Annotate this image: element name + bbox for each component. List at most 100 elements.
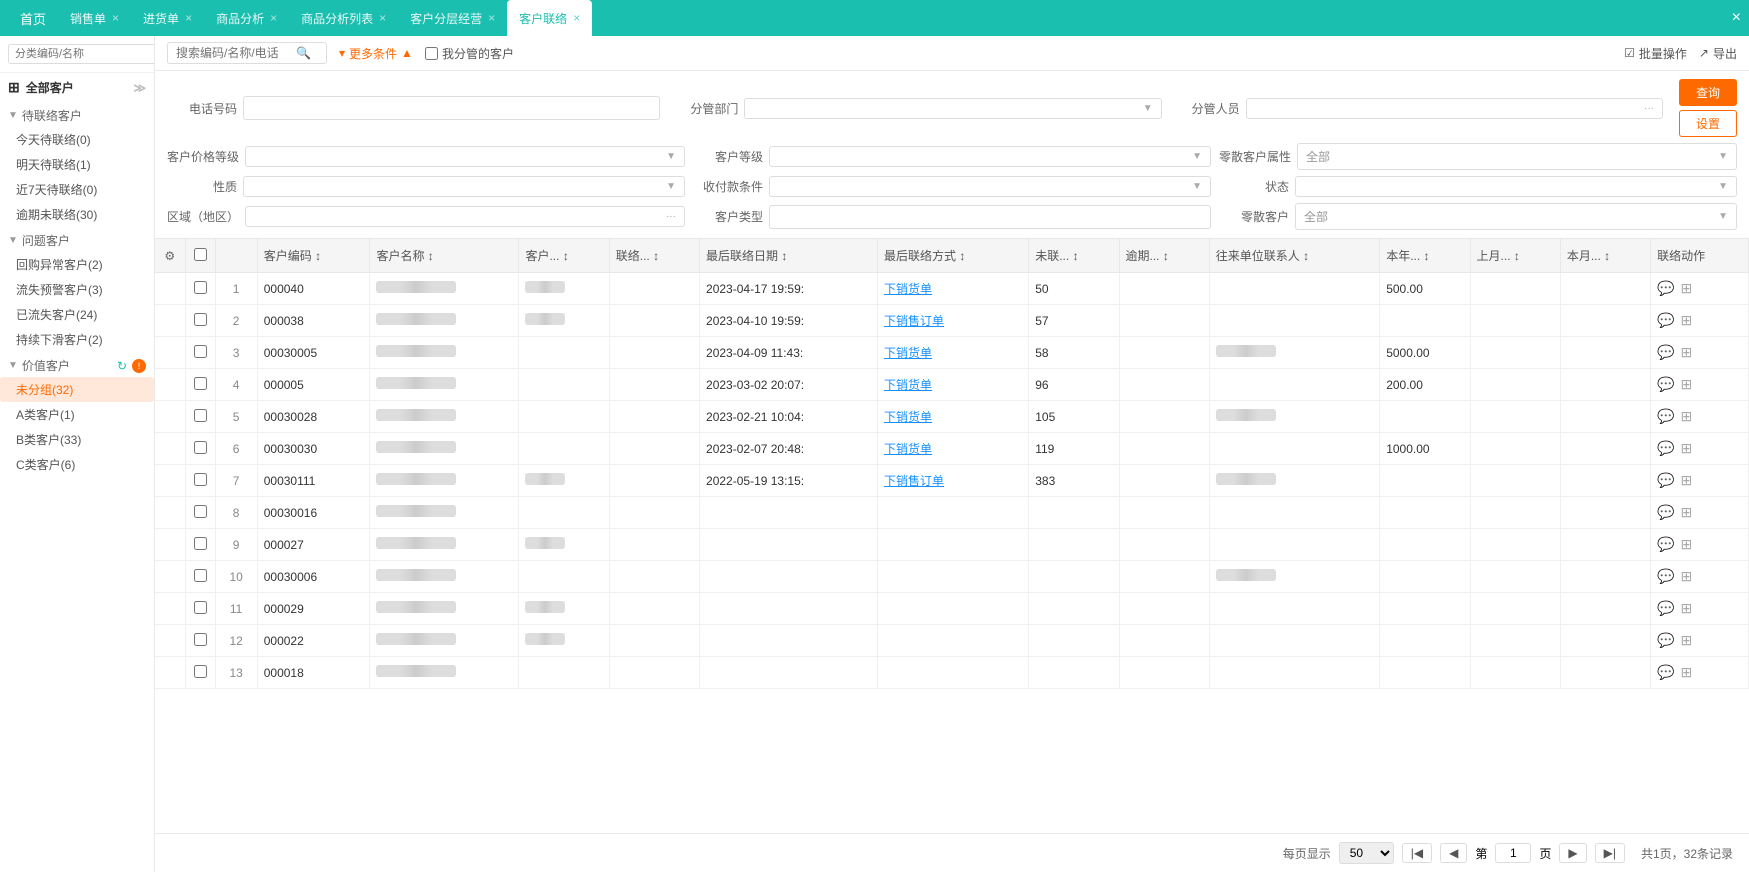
main-search-icon[interactable]: 🔍 xyxy=(296,46,311,60)
sales-tab[interactable]: 销售单 × xyxy=(58,0,131,36)
table-col-type[interactable]: 客户... ↕ xyxy=(519,239,609,273)
chat-icon[interactable]: 💬 xyxy=(1657,600,1674,617)
grid-icon[interactable]: ⊞ xyxy=(1681,312,1693,329)
table-col-unit-contact[interactable]: 往来单位联系人 ↕ xyxy=(1209,239,1379,273)
grid-icon[interactable]: ⊞ xyxy=(1681,280,1693,297)
row-checkbox[interactable] xyxy=(194,537,207,550)
chat-icon[interactable]: 💬 xyxy=(1657,632,1674,649)
dept-select[interactable]: ▼ xyxy=(744,98,1161,119)
current-page-input[interactable] xyxy=(1495,843,1531,863)
last-method-link[interactable]: 下销货单 xyxy=(884,282,932,296)
table-select-all-header[interactable] xyxy=(185,239,215,273)
table-col-last-month[interactable]: 上月... ↕ xyxy=(1470,239,1560,273)
row-checkbox[interactable] xyxy=(194,569,207,582)
sidebar-item-today[interactable]: 今天待联络(0) xyxy=(0,127,154,152)
table-col-this-month[interactable]: 本月... ↕ xyxy=(1560,239,1650,273)
more-conditions-button[interactable]: ▾ 更多条件 ▲ xyxy=(339,45,413,62)
chat-icon[interactable]: 💬 xyxy=(1657,568,1674,585)
nature-select[interactable]: ▼ xyxy=(243,176,685,197)
row-checkbox[interactable] xyxy=(194,313,207,326)
row-checkbox[interactable] xyxy=(194,345,207,358)
row-checkbox[interactable] xyxy=(194,441,207,454)
payment-select[interactable]: ▼ xyxy=(769,176,1211,197)
row-checkbox[interactable] xyxy=(194,505,207,518)
customer-segment-tab[interactable]: 客户分层经营 × xyxy=(398,0,507,36)
row-checkbox[interactable] xyxy=(194,409,207,422)
sidebar-item-a-class[interactable]: A类客户(1) xyxy=(0,402,154,427)
grid-icon[interactable]: ⊞ xyxy=(1681,600,1693,617)
retail-attr-select[interactable]: 全部 ▼ xyxy=(1297,143,1737,170)
grid-icon[interactable]: ⊞ xyxy=(1681,344,1693,361)
chat-icon[interactable]: 💬 xyxy=(1657,504,1674,521)
next-page-button[interactable]: ▶ xyxy=(1559,843,1586,863)
table-col-name[interactable]: 客户名称 ↕ xyxy=(370,239,519,273)
batch-operation-button[interactable]: ☑ 批量操作 xyxy=(1624,45,1687,62)
sidebar-item-declining[interactable]: 持续下滑客户(2) xyxy=(0,327,154,352)
grid-icon[interactable]: ⊞ xyxy=(1681,504,1693,521)
customer-contact-tab[interactable]: 客户联络 × xyxy=(507,0,592,36)
sidebar-all-customers[interactable]: ⊞ 全部客户 ≫ xyxy=(0,73,154,102)
status-select[interactable]: ▼ xyxy=(1295,176,1737,197)
sidebar-collapse-icon[interactable]: ≫ xyxy=(133,81,146,95)
last-page-button[interactable]: ▶| xyxy=(1595,843,1625,863)
chat-icon[interactable]: 💬 xyxy=(1657,472,1674,489)
table-col-last-method[interactable]: 最后联络方式 ↕ xyxy=(878,239,1029,273)
reset-button[interactable]: 设置 xyxy=(1679,110,1737,137)
table-col-last-date[interactable]: 最后联络日期 ↕ xyxy=(700,239,878,273)
chat-icon[interactable]: 💬 xyxy=(1657,344,1674,361)
grid-icon[interactable]: ⊞ xyxy=(1681,440,1693,457)
sidebar-item-churn-risk[interactable]: 流失预警客户(3) xyxy=(0,277,154,302)
purchase-tab[interactable]: 进货单 × xyxy=(131,0,204,36)
select-all-checkbox[interactable] xyxy=(194,248,207,261)
close-all-button[interactable]: × xyxy=(1732,9,1741,27)
table-col-no-days[interactable]: 未联... ↕ xyxy=(1029,239,1119,273)
last-method-link[interactable]: 下销货单 xyxy=(884,442,932,456)
grid-icon[interactable]: ⊞ xyxy=(1681,664,1693,681)
customer-level-select[interactable]: ▼ xyxy=(769,146,1211,167)
sidebar-problem-customers-header[interactable]: ▼ 问题客户 xyxy=(0,227,154,252)
main-search-input[interactable] xyxy=(176,46,296,60)
sidebar-item-tomorrow[interactable]: 明天待联络(1) xyxy=(0,152,154,177)
sidebar-search-input[interactable] xyxy=(8,44,155,64)
last-method-link[interactable]: 下销货单 xyxy=(884,410,932,424)
row-checkbox[interactable] xyxy=(194,601,207,614)
last-method-link[interactable]: 下销货单 xyxy=(884,346,932,360)
first-page-button[interactable]: |◀ xyxy=(1402,843,1432,863)
grid-icon[interactable]: ⊞ xyxy=(1681,536,1693,553)
chat-icon[interactable]: 💬 xyxy=(1657,376,1674,393)
last-method-link[interactable]: 下销货单 xyxy=(884,378,932,392)
value-customers-refresh-icon[interactable]: ↻ xyxy=(117,359,127,373)
customer-contact-tab-close[interactable]: × xyxy=(573,11,580,25)
my-customers-checkbox[interactable] xyxy=(425,47,438,60)
sidebar-item-lost[interactable]: 已流失客户(24) xyxy=(0,302,154,327)
chat-icon[interactable]: 💬 xyxy=(1657,664,1674,681)
row-checkbox[interactable] xyxy=(194,377,207,390)
grid-icon[interactable]: ⊞ xyxy=(1681,632,1693,649)
row-checkbox[interactable] xyxy=(194,633,207,646)
last-method-link[interactable]: 下销售订单 xyxy=(884,474,944,488)
prev-page-button[interactable]: ◀ xyxy=(1440,843,1467,863)
analysis-tab[interactable]: 商品分析 × xyxy=(204,0,289,36)
main-search-box[interactable]: 🔍 xyxy=(167,42,327,64)
sidebar-item-b-class[interactable]: B类客户(33) xyxy=(0,427,154,452)
row-checkbox[interactable] xyxy=(194,665,207,678)
chat-icon[interactable]: 💬 xyxy=(1657,408,1674,425)
analysis-list-tab-close[interactable]: × xyxy=(379,11,386,25)
table-settings-icon[interactable]: ⚙ xyxy=(155,239,185,273)
sidebar-item-unclassified[interactable]: 未分组(32) xyxy=(0,377,154,402)
sales-tab-close[interactable]: × xyxy=(112,11,119,25)
grid-icon[interactable]: ⊞ xyxy=(1681,568,1693,585)
my-customers-checkbox-area[interactable]: 我分管的客户 xyxy=(425,45,514,62)
table-col-this-year[interactable]: 本年... ↕ xyxy=(1380,239,1470,273)
home-tab[interactable]: 首页 xyxy=(8,9,58,28)
row-checkbox[interactable] xyxy=(194,281,207,294)
phone-input[interactable] xyxy=(243,96,660,120)
analysis-list-tab[interactable]: 商品分析列表 × xyxy=(289,0,398,36)
analysis-tab-close[interactable]: × xyxy=(270,11,277,25)
row-checkbox[interactable] xyxy=(194,473,207,486)
page-size-select[interactable]: 50 20 100 xyxy=(1339,842,1394,864)
manager-select[interactable]: ··· xyxy=(1246,98,1663,119)
region-select[interactable]: ··· xyxy=(245,206,685,227)
price-level-select[interactable]: ▼ xyxy=(245,146,685,167)
grid-icon[interactable]: ⊞ xyxy=(1681,376,1693,393)
